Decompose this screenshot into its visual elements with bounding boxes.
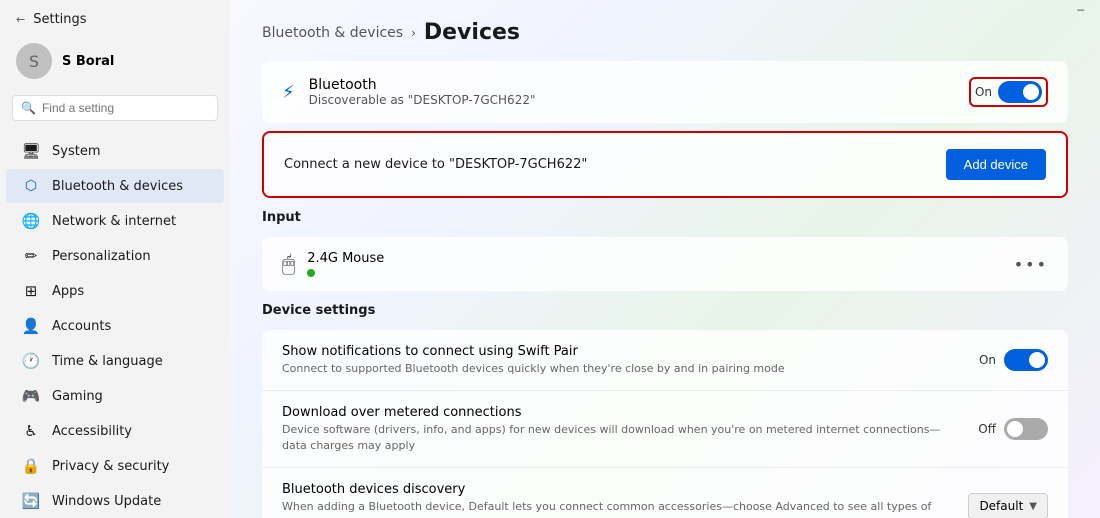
device-card: 🖱 2.4G Mouse ••• [262,237,1068,291]
add-device-button[interactable]: Add device [946,149,1046,180]
bluetooth-device-icon: ⚡ [282,82,295,103]
sidebar-item-label: Time & language [52,354,163,369]
swift-pair-toggle[interactable] [1004,349,1048,371]
swift-pair-title: Show notifications to connect using Swif… [282,344,959,359]
system-icon: 🖥 [22,142,40,160]
page-header: Bluetooth & devices › Devices [230,0,1100,61]
content-area: ⚡ Bluetooth Discoverable as "DESKTOP-7GC… [230,61,1100,518]
username: S Boral [62,54,114,69]
sidebar-item-label: Apps [52,284,84,299]
bluetooth-toggle[interactable] [998,81,1042,103]
search-icon: 🔍 [21,101,36,115]
breadcrumb-parent[interactable]: Bluetooth & devices [262,25,403,41]
accounts-icon: 👤 [22,317,40,335]
discovery-dropdown[interactable]: Default ▼ [968,493,1048,518]
sidebar-item-label: Privacy & security [52,459,169,474]
device-settings-card: Show notifications to connect using Swif… [262,330,1068,518]
network-icon: 🌐 [22,212,40,230]
device-settings-label: Device settings [262,303,1068,318]
app-title: Settings [33,12,86,27]
main-content: Bluetooth & devices › Devices ⚡ Bluetoot… [230,0,1100,518]
window-controls: ─ [1077,4,1084,17]
metered-toggle-label: Off [978,422,996,436]
device-connected-dot [307,269,315,277]
chevron-down-icon: ▼ [1029,501,1037,512]
metered-title: Download over metered connections [282,405,958,420]
privacy-icon: 🔒 [22,457,40,475]
sidebar-item-label: Accessibility [52,424,132,439]
bluetooth-discoverable: Discoverable as "DESKTOP-7GCH622" [309,93,536,107]
device-settings-header: Device settings [262,299,1068,322]
bluetooth-info: ⚡ Bluetooth Discoverable as "DESKTOP-7GC… [282,77,535,107]
sidebar-item-label: Bluetooth & devices [52,179,183,194]
breadcrumb-sep: › [411,26,416,40]
discovery-title: Bluetooth devices discovery [282,482,948,497]
sidebar-item-label: Network & internet [52,214,176,229]
accessibility-icon: ♿ [22,422,40,440]
input-label: Input [262,210,1068,225]
metered-info: Download over metered connections Device… [282,405,978,453]
swift-pair-subtitle: Connect to supported Bluetooth devices q… [282,361,959,376]
add-device-text: Connect a new device to "DESKTOP-7GCH622… [284,157,587,172]
sidebar-item-bluetooth[interactable]: ⬡ Bluetooth & devices [6,169,224,203]
bluetooth-name: Bluetooth [309,77,536,93]
add-device-card: Connect a new device to "DESKTOP-7GCH622… [262,131,1068,198]
breadcrumb-current: Devices [424,20,520,45]
input-section-header: Input [262,206,1068,229]
sidebar-item-update[interactable]: 🔄 Windows Update [6,484,224,518]
swift-pair-toggle-label: On [979,353,996,367]
titlebar: ← Settings [0,0,230,35]
discovery-row: Bluetooth devices discovery When adding … [262,468,1068,518]
apps-icon: ⊞ [22,282,40,300]
search-box[interactable]: 🔍 [12,95,218,121]
discovery-control: Default ▼ [968,493,1048,518]
swift-pair-control: On [979,349,1048,371]
metered-subtitle: Device software (drivers, info, and apps… [282,422,958,453]
sidebar-item-label: Windows Update [52,494,161,509]
minimize-button[interactable]: ─ [1077,4,1084,17]
sidebar-item-label: Gaming [52,389,103,404]
device-name: 2.4G Mouse [307,251,384,266]
back-button[interactable]: ← [16,13,25,26]
sidebar: ← Settings S S Boral 🔍 🖥 System ⬡ Blueto… [0,0,230,518]
sidebar-item-label: System [52,144,100,159]
mouse-icon: 🖱 [282,252,295,277]
sidebar-item-privacy[interactable]: 🔒 Privacy & security [6,449,224,483]
bluetooth-icon: ⬡ [22,177,40,195]
search-input[interactable] [42,101,209,115]
sidebar-item-accounts[interactable]: 👤 Accounts [6,309,224,343]
nav-list: 🖥 System ⬡ Bluetooth & devices 🌐 Network… [0,129,230,518]
swift-pair-info: Show notifications to connect using Swif… [282,344,979,376]
avatar: S [16,43,52,79]
user-section: S S Boral [0,35,230,87]
sidebar-item-gaming[interactable]: 🎮 Gaming [6,379,224,413]
bluetooth-card: ⚡ Bluetooth Discoverable as "DESKTOP-7GC… [262,61,1068,123]
discovery-info: Bluetooth devices discovery When adding … [282,482,968,518]
sidebar-item-personalization[interactable]: ✏ Personalization [6,239,224,273]
time-icon: 🕐 [22,352,40,370]
gaming-icon: 🎮 [22,387,40,405]
metered-row: Download over metered connections Device… [262,391,1068,468]
sidebar-item-network[interactable]: 🌐 Network & internet [6,204,224,238]
discovery-dropdown-value: Default [979,499,1023,513]
swift-pair-row: Show notifications to connect using Swif… [262,330,1068,391]
bluetooth-toggle-container: On [969,77,1048,107]
personalization-icon: ✏ [22,247,40,265]
sidebar-item-label: Personalization [52,249,151,264]
sidebar-item-accessibility[interactable]: ♿ Accessibility [6,414,224,448]
sidebar-item-label: Accounts [52,319,111,334]
bluetooth-toggle-label: On [975,85,992,99]
sidebar-item-time[interactable]: 🕐 Time & language [6,344,224,378]
metered-toggle[interactable] [1004,418,1048,440]
metered-control: Off [978,418,1048,440]
device-info: 🖱 2.4G Mouse [282,251,384,277]
discovery-subtitle: When adding a Bluetooth device, Default … [282,499,948,518]
update-icon: 🔄 [22,492,40,510]
sidebar-item-apps[interactable]: ⊞ Apps [6,274,224,308]
device-more-button[interactable]: ••• [1014,255,1048,274]
sidebar-item-system[interactable]: 🖥 System [6,134,224,168]
breadcrumb: Bluetooth & devices › Devices [262,20,1068,45]
